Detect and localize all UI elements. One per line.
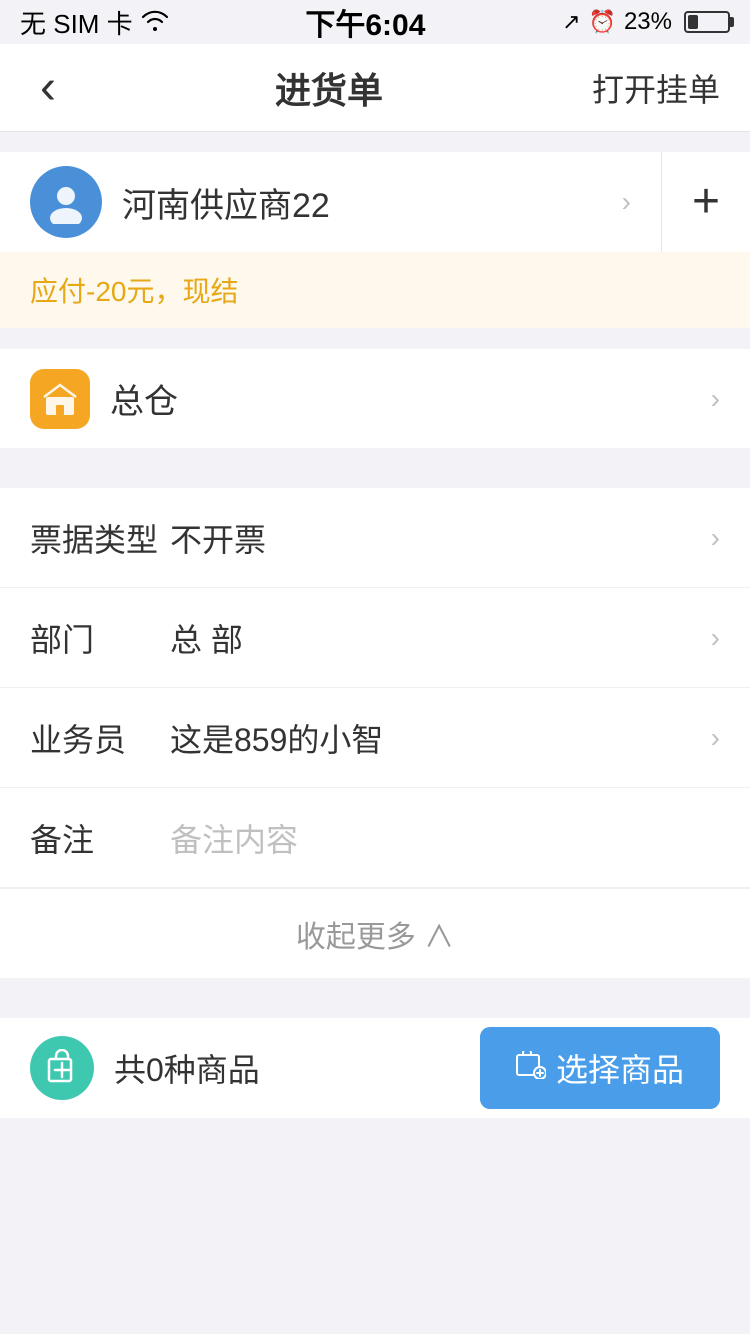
- warehouse-chevron-icon: ›: [711, 383, 720, 415]
- product-bar: 共0种商品 选择商品: [0, 1018, 750, 1118]
- invoice-type-label: 票据类型: [30, 515, 170, 561]
- select-product-label: 选择商品: [556, 1045, 684, 1091]
- department-label: 部门: [30, 615, 170, 661]
- form-divider: [0, 448, 750, 468]
- remark-row[interactable]: 备注 备注内容: [0, 788, 750, 888]
- department-row[interactable]: 部门 总 部 ›: [0, 588, 750, 688]
- invoice-type-value: 不开票: [170, 515, 711, 561]
- status-carrier: 无 SIM 卡: [20, 4, 169, 41]
- salesperson-value: 这是859的小智: [170, 715, 711, 761]
- warehouse-icon: [30, 369, 90, 429]
- back-button[interactable]: ‹: [30, 50, 66, 125]
- remark-label: 备注: [30, 815, 170, 861]
- remark-input[interactable]: 备注内容: [170, 815, 720, 861]
- supplier-row[interactable]: 河南供应商22 › +: [0, 152, 750, 252]
- battery-icon: [684, 11, 730, 33]
- product-icon: [30, 1036, 94, 1100]
- notice-text: 应付-20元，现结: [30, 276, 238, 307]
- carrier-text: 无 SIM 卡: [20, 4, 133, 41]
- department-value: 总 部: [170, 615, 711, 661]
- status-bar: 无 SIM 卡 下午6:04 ↗ ⏰ 23%: [0, 0, 750, 44]
- wifi-icon: [141, 7, 169, 38]
- salesperson-label: 业务员: [30, 715, 170, 761]
- invoice-type-row[interactable]: 票据类型 不开票 ›: [0, 488, 750, 588]
- invoice-type-chevron-icon: ›: [711, 522, 720, 554]
- open-pending-button[interactable]: 打开挂单: [592, 65, 720, 111]
- nav-bar: ‹ 进货单 打开挂单: [0, 44, 750, 132]
- warehouse-section: 总仓 ›: [0, 348, 750, 448]
- product-count: 共0种商品: [114, 1045, 480, 1091]
- supplier-name: 河南供应商22: [122, 178, 622, 227]
- select-product-icon: [516, 1051, 546, 1086]
- supplier-section: 河南供应商22 › + 应付-20元，现结: [0, 152, 750, 328]
- salesperson-chevron-icon: ›: [711, 722, 720, 754]
- bottom-divider: [0, 978, 750, 998]
- location-icon: ↗: [562, 9, 580, 35]
- form-section: 票据类型 不开票 › 部门 总 部 › 业务员 这是859的小智 › 备注 备注…: [0, 488, 750, 978]
- warehouse-name: 总仓: [110, 374, 711, 423]
- notice-row: 应付-20元，现结: [0, 252, 750, 328]
- status-icons: ↗ ⏰ 23%: [562, 8, 730, 36]
- supplier-chevron-icon: ›: [622, 186, 631, 218]
- status-time: 下午6:04: [305, 0, 425, 44]
- add-supplier-button[interactable]: +: [661, 152, 720, 252]
- alarm-icon: ⏰: [589, 9, 616, 35]
- nav-title: 进货单: [275, 62, 383, 114]
- warehouse-row[interactable]: 总仓 ›: [0, 348, 750, 448]
- collapse-label: 收起更多 ∧: [296, 912, 454, 956]
- collapse-button[interactable]: 收起更多 ∧: [0, 888, 750, 978]
- select-product-button[interactable]: 选择商品: [480, 1027, 720, 1109]
- salesperson-row[interactable]: 业务员 这是859的小智 ›: [0, 688, 750, 788]
- top-divider: [0, 132, 750, 152]
- main-content: 河南供应商22 › + 应付-20元，现结 总仓 › 票据类型 不开票: [0, 132, 750, 1334]
- battery-percent: 23%: [624, 8, 672, 36]
- supplier-avatar: [30, 166, 102, 238]
- department-chevron-icon: ›: [711, 622, 720, 654]
- warehouse-divider: [0, 328, 750, 348]
